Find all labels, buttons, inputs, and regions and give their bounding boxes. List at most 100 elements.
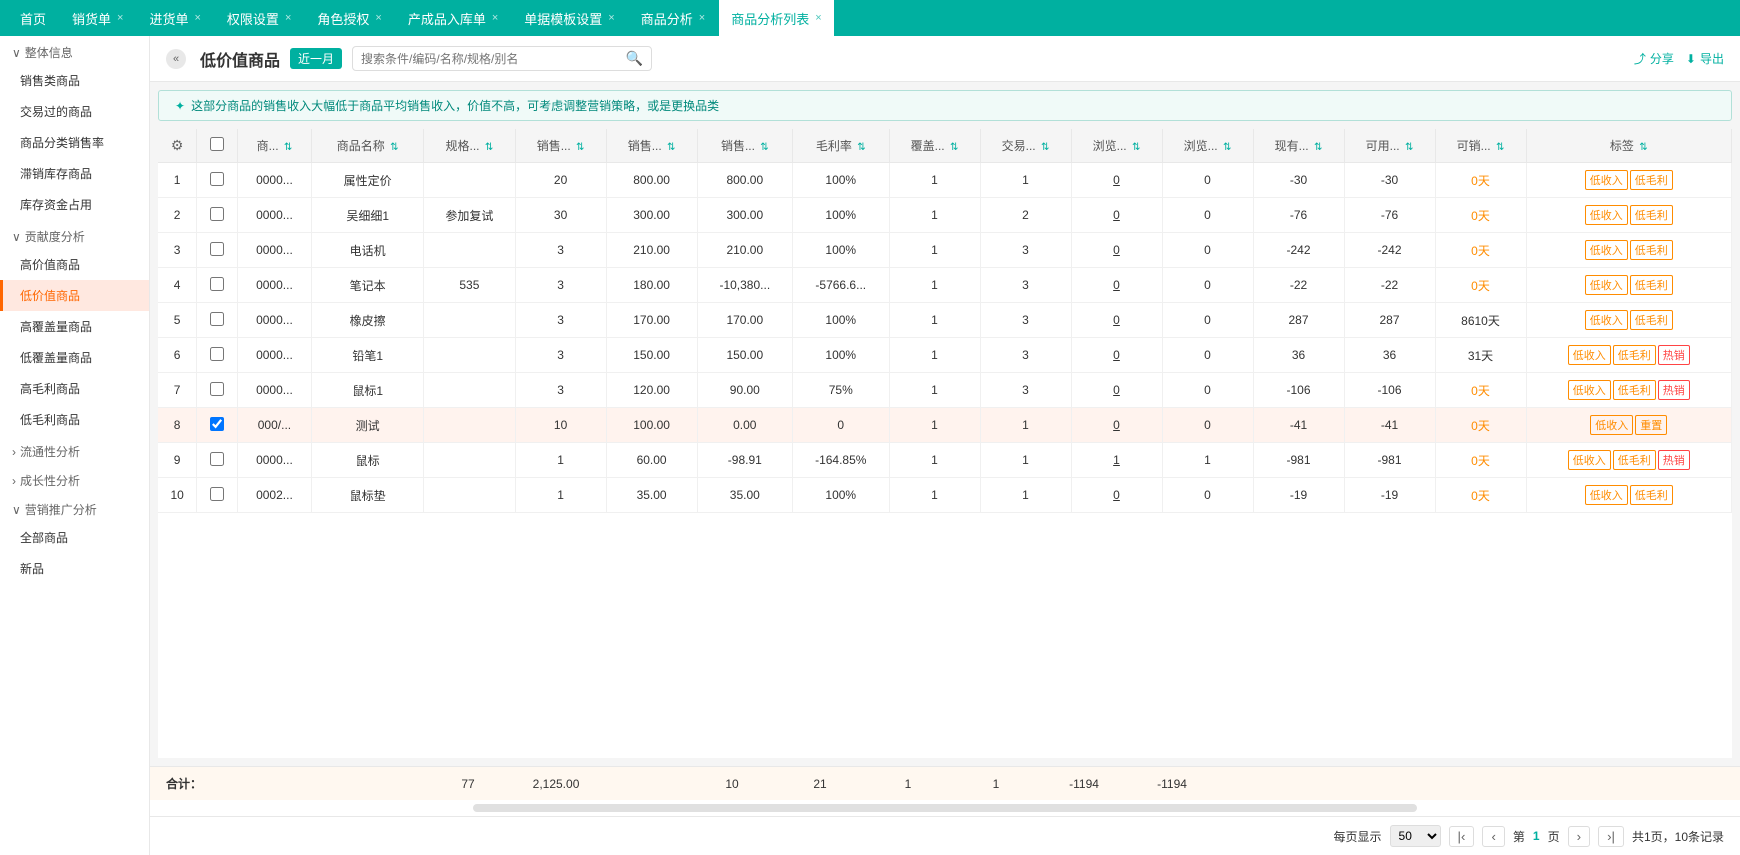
cell-browse1[interactable]: 0 (1071, 303, 1162, 338)
close-icon[interactable]: × (375, 12, 381, 24)
cell-checkbox[interactable] (197, 408, 237, 443)
row-checkbox[interactable] (210, 172, 224, 186)
per-page-select[interactable]: 50 20 100 (1390, 825, 1441, 847)
cell-checkbox[interactable] (197, 373, 237, 408)
browse1-link[interactable]: 0 (1113, 348, 1120, 362)
row-checkbox[interactable] (210, 382, 224, 396)
col-tags[interactable]: 标签 ⇅ (1526, 129, 1732, 163)
row-checkbox[interactable] (210, 242, 224, 256)
cell-checkbox[interactable] (197, 198, 237, 233)
row-checkbox[interactable] (210, 417, 224, 431)
time-filter-button[interactable]: 近一月 (290, 48, 342, 69)
col-gear[interactable]: ⚙ (158, 129, 197, 163)
col-available[interactable]: 可用... ⇅ (1344, 129, 1435, 163)
cell-checkbox[interactable] (197, 478, 237, 513)
browse1-link[interactable]: 0 (1113, 383, 1120, 397)
cell-browse1[interactable]: 0 (1071, 408, 1162, 443)
sidebar-item-slow-moving[interactable]: 滞销库存商品 (0, 158, 149, 189)
nav-product-analysis-list[interactable]: 商品分析列表 × (719, 0, 833, 36)
cell-browse1[interactable]: 0 (1071, 338, 1162, 373)
close-icon[interactable]: × (492, 12, 498, 24)
col-current[interactable]: 现有... ⇅ (1253, 129, 1344, 163)
export-button[interactable]: ⬇ 导出 (1686, 50, 1724, 67)
sidebar-item-new-products[interactable]: 新品 (0, 553, 149, 584)
col-sale1[interactable]: 销售... ⇅ (515, 129, 606, 163)
nav-sales[interactable]: 销货单 × (60, 0, 135, 36)
sidebar-item-all-products[interactable]: 全部商品 (0, 522, 149, 553)
row-checkbox[interactable] (210, 277, 224, 291)
nav-template[interactable]: 单据模板设置 × (512, 0, 626, 36)
horizontal-scrollbar[interactable] (473, 804, 1417, 812)
sidebar-item-low-value[interactable]: 低价值商品 (0, 280, 149, 311)
cell-browse1[interactable]: 0 (1071, 233, 1162, 268)
col-profit-rate[interactable]: 毛利率 ⇅ (793, 129, 889, 163)
sidebar-group-circulation[interactable]: › 流通性分析 (0, 435, 149, 464)
col-sale3[interactable]: 销售... ⇅ (697, 129, 792, 163)
row-checkbox[interactable] (210, 207, 224, 221)
col-saleable[interactable]: 可销... ⇅ (1435, 129, 1526, 163)
cell-checkbox[interactable] (197, 163, 237, 198)
row-checkbox[interactable] (210, 347, 224, 361)
sidebar-item-high-coverage[interactable]: 高覆盖量商品 (0, 311, 149, 342)
cell-checkbox[interactable] (197, 303, 237, 338)
col-browse1[interactable]: 浏览... ⇅ (1071, 129, 1162, 163)
cell-checkbox[interactable] (197, 338, 237, 373)
prev-page-button[interactable]: ‹ (1482, 826, 1504, 847)
select-all-checkbox[interactable] (210, 137, 224, 151)
col-trade[interactable]: 交易... ⇅ (980, 129, 1071, 163)
close-icon[interactable]: × (815, 12, 821, 24)
sidebar-item-low-margin[interactable]: 低毛利商品 (0, 404, 149, 435)
sidebar-group-contribution[interactable]: ∨ 贡献度分析 (0, 220, 149, 249)
collapse-sidebar-button[interactable]: « (166, 49, 186, 69)
browse1-link[interactable]: 0 (1113, 313, 1120, 327)
col-coverage[interactable]: 覆盖... ⇅ (889, 129, 980, 163)
search-input[interactable] (361, 52, 620, 66)
browse1-link[interactable]: 1 (1113, 453, 1120, 467)
col-code[interactable]: 商... ⇅ (237, 129, 311, 163)
browse1-link[interactable]: 0 (1113, 278, 1120, 292)
nav-roles[interactable]: 角色授权 × (305, 0, 393, 36)
next-page-button[interactable]: › (1568, 826, 1590, 847)
cell-browse1[interactable]: 1 (1071, 443, 1162, 478)
cell-checkbox[interactable] (197, 268, 237, 303)
sidebar-item-category-rate[interactable]: 商品分类销售率 (0, 127, 149, 158)
close-icon[interactable]: × (608, 12, 614, 24)
sidebar-group-marketing[interactable]: ∨ 营销推广分析 (0, 493, 149, 522)
col-sale2[interactable]: 销售... ⇅ (606, 129, 697, 163)
sidebar-group-overall[interactable]: ∨ 整体信息 (0, 36, 149, 65)
col-browse2[interactable]: 浏览... ⇅ (1162, 129, 1253, 163)
nav-permissions[interactable]: 权限设置 × (215, 0, 303, 36)
cell-checkbox[interactable] (197, 443, 237, 478)
row-checkbox[interactable] (210, 487, 224, 501)
sidebar-item-inventory-capital[interactable]: 库存资金占用 (0, 189, 149, 220)
sidebar-item-traded-products[interactable]: 交易过的商品 (0, 96, 149, 127)
close-icon[interactable]: × (117, 12, 123, 24)
sidebar-item-high-value[interactable]: 高价值商品 (0, 249, 149, 280)
close-icon[interactable]: × (285, 12, 291, 24)
col-checkbox[interactable] (197, 129, 237, 163)
nav-products-in[interactable]: 产成品入库单 × (396, 0, 510, 36)
cell-browse1[interactable]: 0 (1071, 198, 1162, 233)
browse1-link[interactable]: 0 (1113, 243, 1120, 257)
browse1-link[interactable]: 0 (1113, 208, 1120, 222)
cell-browse1[interactable]: 0 (1071, 478, 1162, 513)
cell-checkbox[interactable] (197, 233, 237, 268)
close-icon[interactable]: × (194, 12, 200, 24)
row-checkbox[interactable] (210, 312, 224, 326)
browse1-link[interactable]: 0 (1113, 488, 1120, 502)
cell-browse1[interactable]: 0 (1071, 373, 1162, 408)
col-name[interactable]: 商品名称 ⇅ (312, 129, 424, 163)
nav-purchase[interactable]: 进货单 × (137, 0, 212, 36)
cell-browse1[interactable]: 0 (1071, 268, 1162, 303)
close-icon[interactable]: × (699, 12, 705, 24)
last-page-button[interactable]: ›| (1598, 826, 1624, 847)
col-spec[interactable]: 规格... ⇅ (424, 129, 515, 163)
sidebar-item-low-coverage[interactable]: 低覆盖量商品 (0, 342, 149, 373)
sidebar-group-growth[interactable]: › 成长性分析 (0, 464, 149, 493)
search-icon[interactable]: 🔍 (626, 50, 643, 67)
share-button[interactable]: ⤴ 分享 (1634, 50, 1674, 67)
row-checkbox[interactable] (210, 452, 224, 466)
data-table-container[interactable]: ⚙ 商... ⇅ 商品名称 ⇅ 规格... ⇅ 销售... ⇅ 销售... ⇅ … (158, 129, 1732, 758)
first-page-button[interactable]: |‹ (1449, 826, 1475, 847)
browse1-link[interactable]: 0 (1113, 418, 1120, 432)
